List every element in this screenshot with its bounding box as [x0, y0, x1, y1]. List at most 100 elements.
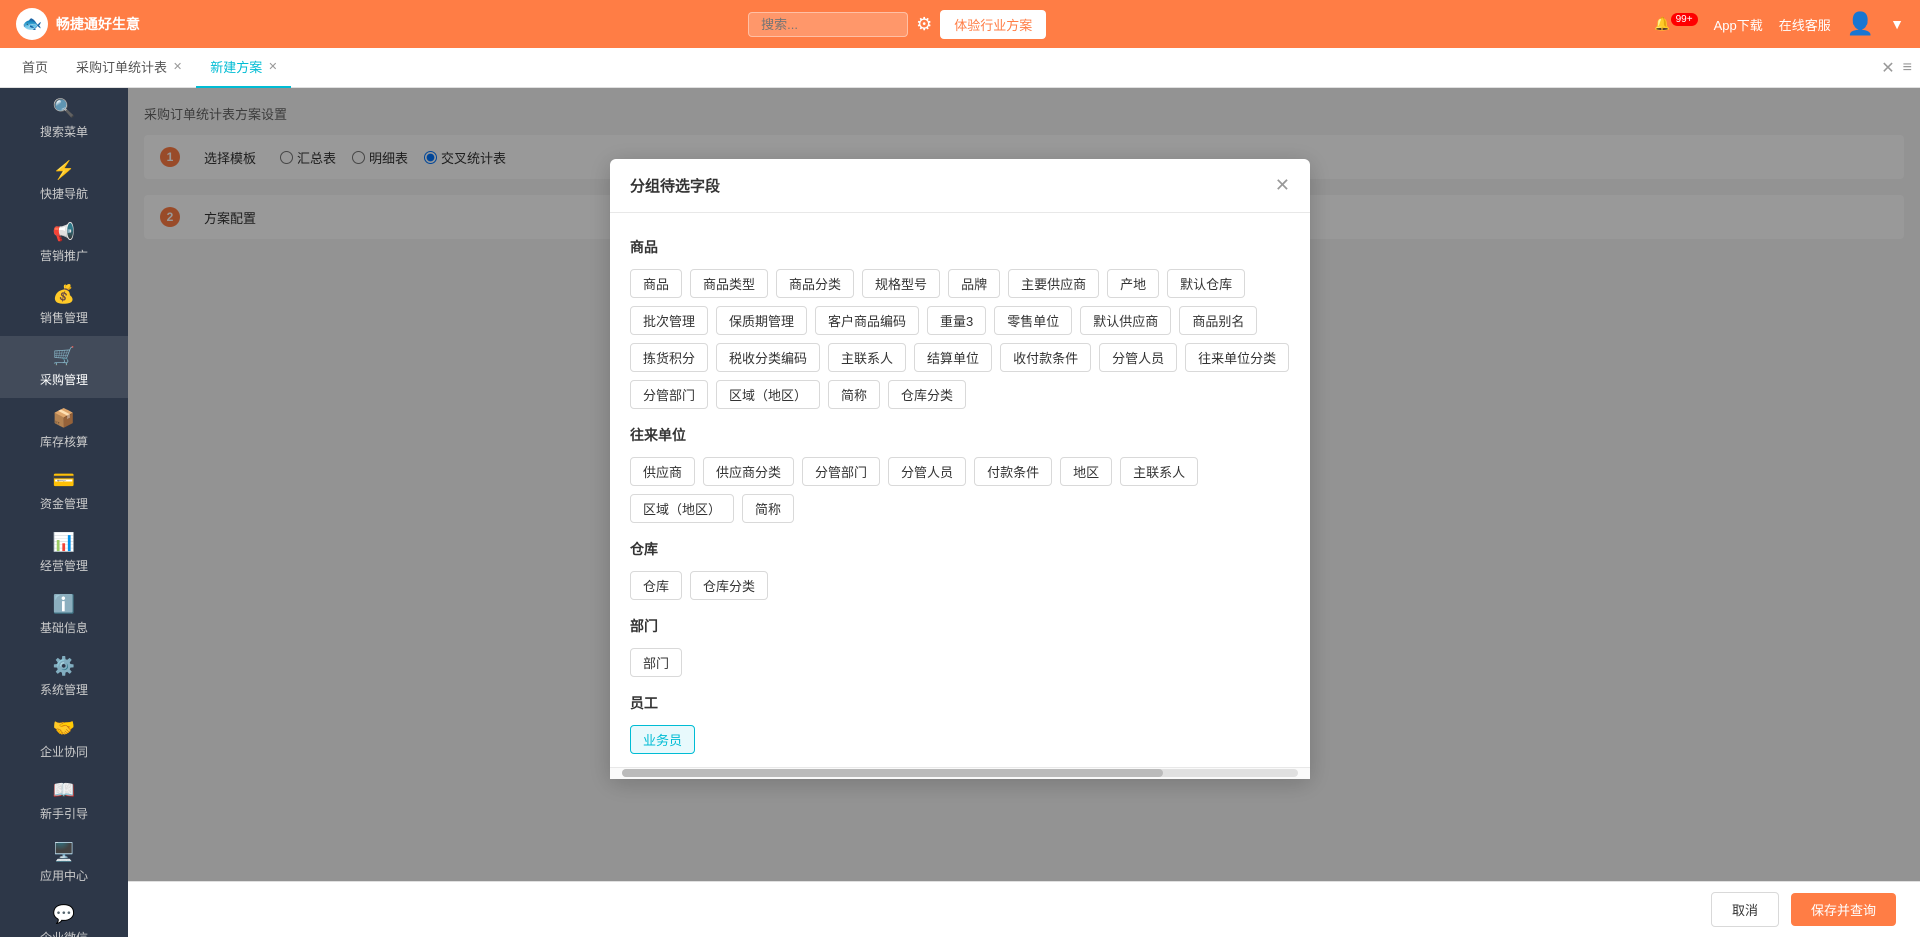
tab-new-plan[interactable]: 新建方案 ✕ — [196, 48, 291, 88]
tag-retail-unit[interactable]: 零售单位 — [994, 306, 1072, 335]
tag-settlement-unit[interactable]: 结算单位 — [914, 343, 992, 372]
sidebar-item-collab[interactable]: 🤝 企业协同 — [0, 708, 128, 770]
tag-product[interactable]: 商品 — [630, 269, 682, 298]
sidebar-item-basic-info-label: 基础信息 — [40, 619, 88, 636]
more-tabs-icon[interactable]: ≡ — [1903, 59, 1912, 77]
sidebar-item-finance[interactable]: 💳 资金管理 — [0, 460, 128, 522]
tab-home-label: 首页 — [22, 57, 48, 76]
trial-button[interactable]: 体验行业方案 — [940, 10, 1046, 39]
modal-title: 分组待选字段 — [630, 175, 720, 196]
cancel-button[interactable]: 取消 — [1711, 892, 1779, 927]
modal-bottom-scrollbar[interactable] — [610, 767, 1310, 779]
tag-default-supplier[interactable]: 默认供应商 — [1080, 306, 1171, 335]
user-avatar[interactable]: 👤 — [1847, 11, 1874, 37]
sidebar-item-wechat[interactable]: 💬 企业微信 — [0, 894, 128, 937]
sidebar: 🔍 搜索菜单 ⚡ 快捷导航 📢 营销推广 💰 销售管理 🛒 采购管理 📦 库存核… — [0, 88, 128, 937]
settings-icon[interactable]: ⚙ — [916, 14, 932, 35]
tag-partner-region[interactable]: 区域（地区） — [630, 494, 734, 523]
tag-quality-mgmt[interactable]: 保质期管理 — [716, 306, 807, 335]
tag-sales-rep[interactable]: 业务员 — [630, 725, 695, 754]
sidebar-item-basic-info[interactable]: ℹ️ 基础信息 — [0, 584, 128, 646]
notification-bell[interactable]: 🔔99+ — [1654, 16, 1697, 32]
tag-counterpart-category[interactable]: 往来单位分类 — [1185, 343, 1289, 372]
tag-product-type[interactable]: 商品类型 — [690, 269, 768, 298]
sidebar-item-search[interactable]: 🔍 搜索菜单 — [0, 88, 128, 150]
tab-new-plan-label: 新建方案 — [210, 57, 262, 76]
tag-alias[interactable]: 商品别名 — [1179, 306, 1257, 335]
tag-payment-condition[interactable]: 付款条件 — [974, 457, 1052, 486]
tag-main-contact[interactable]: 主联系人 — [828, 343, 906, 372]
finance-icon: 💳 — [53, 470, 75, 491]
sidebar-item-system[interactable]: ⚙️ 系统管理 — [0, 646, 128, 708]
tag-spec-model[interactable]: 规格型号 — [862, 269, 940, 298]
tag-origin[interactable]: 产地 — [1107, 269, 1159, 298]
tag-partner-short-name[interactable]: 简称 — [742, 494, 794, 523]
sidebar-item-inventory-label: 库存核算 — [40, 433, 88, 450]
tag-short-name[interactable]: 简称 — [828, 380, 880, 409]
sidebar-item-operations[interactable]: 📊 经营管理 — [0, 522, 128, 584]
sidebar-item-app-center[interactable]: 🖥️ 应用中心 — [0, 832, 128, 894]
tag-weight3[interactable]: 重量3 — [927, 306, 986, 335]
expand-icon[interactable]: ▼ — [1890, 16, 1904, 32]
save-query-button[interactable]: 保存并查询 — [1791, 893, 1896, 926]
search-icon: 🔍 — [53, 98, 75, 119]
online-service-link[interactable]: 在线客服 — [1779, 15, 1831, 34]
tab-home[interactable]: 首页 — [8, 48, 62, 88]
sidebar-item-guide[interactable]: 📖 新手引导 — [0, 770, 128, 832]
tag-brand[interactable]: 品牌 — [948, 269, 1000, 298]
tag-supplier-category[interactable]: 供应商分类 — [703, 457, 794, 486]
app-center-icon: 🖥️ — [53, 842, 75, 863]
tag-dept-managed[interactable]: 分管部门 — [630, 380, 708, 409]
tag-partner-manager[interactable]: 分管人员 — [888, 457, 966, 486]
sidebar-item-inventory[interactable]: 📦 库存核算 — [0, 398, 128, 460]
section-title-product: 商品 — [630, 237, 1290, 257]
tab-purchase-stats[interactable]: 采购订单统计表 ✕ — [62, 48, 196, 88]
tag-warehouse[interactable]: 仓库 — [630, 571, 682, 600]
tag-tax-code[interactable]: 税收分类编码 — [716, 343, 820, 372]
tag-customer-code[interactable]: 客户商品编码 — [815, 306, 919, 335]
app-download-link[interactable]: App下载 — [1714, 15, 1763, 34]
tag-main-supplier[interactable]: 主要供应商 — [1008, 269, 1099, 298]
tag-partner-dept[interactable]: 分管部门 — [802, 457, 880, 486]
tag-area[interactable]: 地区 — [1060, 457, 1112, 486]
tab-new-plan-close[interactable]: ✕ — [268, 60, 277, 73]
sidebar-item-quick-nav-label: 快捷导航 — [40, 185, 88, 202]
close-all-icon[interactable]: ✕ — [1881, 58, 1894, 78]
modal-body: 商品 商品 商品类型 商品分类 规格型号 品牌 主要供应商 产地 默认仓库 批次… — [610, 213, 1310, 767]
tag-pick-score[interactable]: 拣货积分 — [630, 343, 708, 372]
sidebar-item-app-center-label: 应用中心 — [40, 867, 88, 884]
header-right: 🔔99+ App下载 在线客服 👤 ▼ — [1654, 11, 1904, 37]
tag-region[interactable]: 区域（地区） — [716, 380, 820, 409]
tag-supplier[interactable]: 供应商 — [630, 457, 695, 486]
logo-text: 畅捷通好生意 — [56, 14, 140, 34]
tag-batch-mgmt[interactable]: 批次管理 — [630, 306, 708, 335]
modal-close-button[interactable]: ✕ — [1275, 175, 1290, 196]
employee-tags: 业务员 — [630, 725, 1290, 754]
inventory-icon: 📦 — [53, 408, 75, 429]
tag-payment-terms[interactable]: 收付款条件 — [1000, 343, 1091, 372]
sidebar-item-guide-label: 新手引导 — [40, 805, 88, 822]
tag-warehouse-category[interactable]: 仓库分类 — [888, 380, 966, 409]
sidebar-item-marketing[interactable]: 📢 营销推广 — [0, 212, 128, 274]
tab-purchase-stats-close[interactable]: ✕ — [173, 60, 182, 73]
sidebar-item-purchase[interactable]: 🛒 采购管理 — [0, 336, 128, 398]
tag-manager[interactable]: 分管人员 — [1099, 343, 1177, 372]
sidebar-item-sales[interactable]: 💰 销售管理 — [0, 274, 128, 336]
sidebar-item-quick-nav[interactable]: ⚡ 快捷导航 — [0, 150, 128, 212]
basic-info-icon: ℹ️ — [53, 594, 75, 615]
tag-dept[interactable]: 部门 — [630, 648, 682, 677]
top-header: 🐟 畅捷通好生意 ⚙ 体验行业方案 🔔99+ App下载 在线客服 👤 ▼ — [0, 0, 1920, 48]
sidebar-item-wechat-label: 企业微信 — [40, 929, 88, 937]
tab-bar: 首页 采购订单统计表 ✕ 新建方案 ✕ ✕ ≡ — [0, 48, 1920, 88]
logo-area: 🐟 畅捷通好生意 — [16, 8, 140, 40]
purchase-icon: 🛒 — [53, 346, 75, 367]
header-search-input[interactable] — [748, 12, 908, 37]
section-title-employee: 员工 — [630, 693, 1290, 713]
sidebar-item-finance-label: 资金管理 — [40, 495, 88, 512]
quick-nav-icon: ⚡ — [53, 160, 75, 181]
tag-product-category[interactable]: 商品分类 — [776, 269, 854, 298]
tag-partner-contact[interactable]: 主联系人 — [1120, 457, 1198, 486]
modal-header: 分组待选字段 ✕ — [610, 159, 1310, 213]
tag-warehouse-class[interactable]: 仓库分类 — [690, 571, 768, 600]
tag-default-warehouse[interactable]: 默认仓库 — [1167, 269, 1245, 298]
